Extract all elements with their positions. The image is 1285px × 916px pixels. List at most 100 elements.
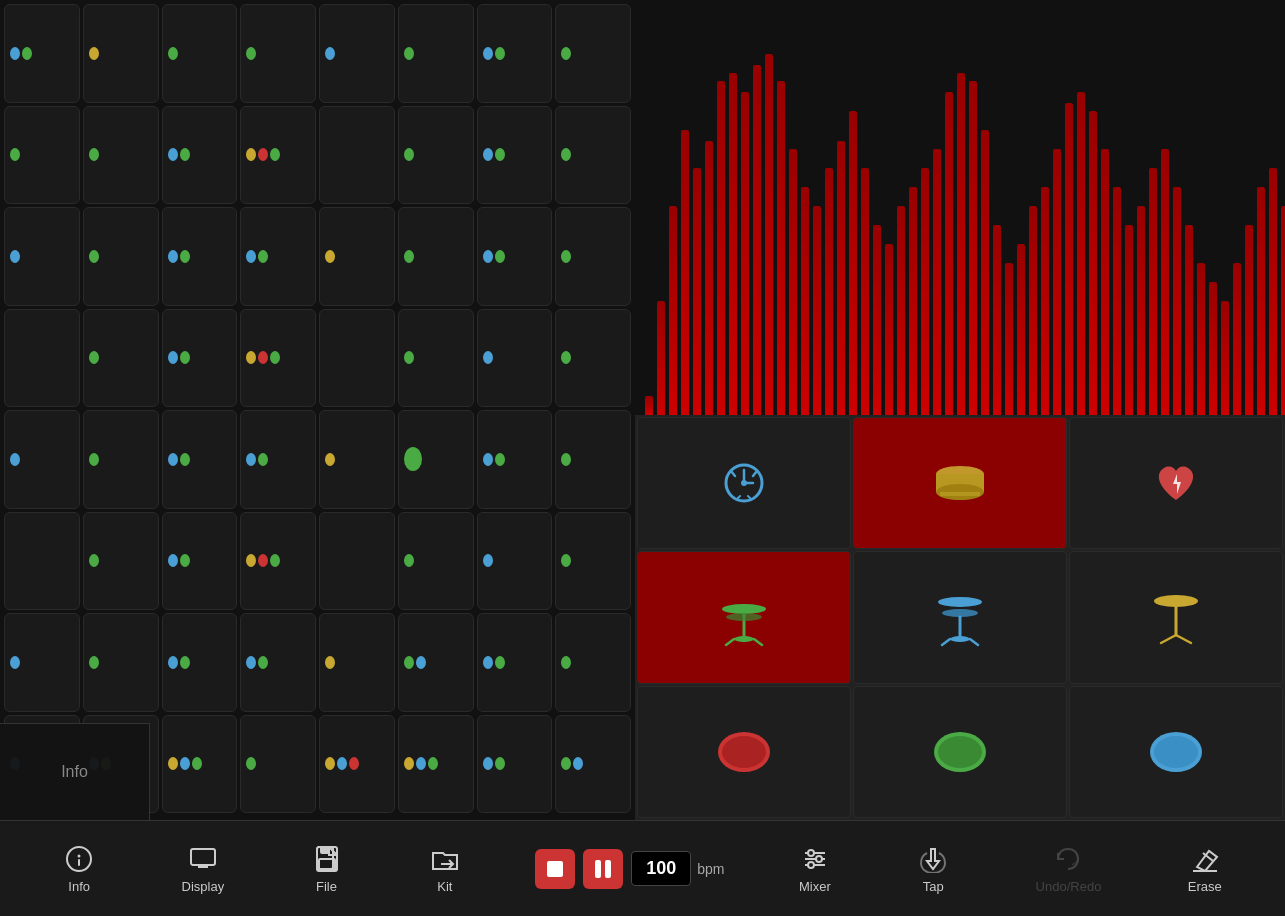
- grid-cell[interactable]: [240, 410, 316, 509]
- spectrum-bar: [1053, 149, 1061, 415]
- grid-cell[interactable]: [240, 613, 316, 712]
- grid-cell[interactable]: [398, 715, 474, 814]
- pad-kick-drum[interactable]: [637, 686, 851, 818]
- pause-button[interactable]: [583, 849, 623, 889]
- dot-blue: [483, 757, 493, 770]
- grid-cell[interactable]: [162, 207, 238, 306]
- grid-cell[interactable]: [555, 715, 631, 814]
- grid-cell[interactable]: [555, 410, 631, 509]
- pad-alarm-cymbal[interactable]: [637, 417, 851, 549]
- grid-cell[interactable]: [555, 207, 631, 306]
- pad-snare-drum[interactable]: [853, 417, 1067, 549]
- pad-ride-cymbal[interactable]: [1069, 551, 1283, 683]
- pad-grid: [635, 415, 1285, 820]
- grid-cell[interactable]: [477, 512, 553, 611]
- grid-cell[interactable]: [555, 512, 631, 611]
- spectrum-bar: [1005, 263, 1013, 415]
- grid-cell[interactable]: [477, 106, 553, 205]
- grid-cell[interactable]: [4, 309, 80, 408]
- grid-cell[interactable]: [83, 207, 159, 306]
- grid-cell[interactable]: [4, 4, 80, 103]
- grid-cell[interactable]: [83, 309, 159, 408]
- spectrum-bar: [777, 81, 785, 415]
- pad-crash-cymbal[interactable]: [1069, 686, 1283, 818]
- dot-blue: [168, 250, 178, 263]
- grid-cell[interactable]: [555, 613, 631, 712]
- grid-cell[interactable]: [162, 512, 238, 611]
- erase-button[interactable]: Erase: [1176, 835, 1234, 902]
- grid-cell[interactable]: [4, 410, 80, 509]
- dot-blue: [416, 656, 426, 669]
- grid-cell[interactable]: [4, 512, 80, 611]
- grid-cell[interactable]: [477, 410, 553, 509]
- grid-cell[interactable]: [83, 4, 159, 103]
- grid-cell[interactable]: [162, 613, 238, 712]
- grid-cell[interactable]: [398, 512, 474, 611]
- info-button[interactable]: Info: [51, 835, 107, 902]
- grid-cell[interactable]: [4, 106, 80, 205]
- grid-cell[interactable]: [477, 715, 553, 814]
- dot-blue: [10, 656, 20, 669]
- grid-cell[interactable]: [162, 410, 238, 509]
- svg-line-5: [753, 471, 757, 476]
- grid-cell[interactable]: [4, 207, 80, 306]
- pad-hihat-open[interactable]: [853, 551, 1067, 683]
- grid-cell[interactable]: [240, 207, 316, 306]
- grid-cell[interactable]: [162, 106, 238, 205]
- dot-green: [246, 47, 256, 60]
- undoredo-icon: [1052, 843, 1084, 875]
- grid-cell[interactable]: [83, 106, 159, 205]
- grid-cell[interactable]: [319, 512, 395, 611]
- info-icon: [63, 843, 95, 875]
- grid-cell[interactable]: [398, 613, 474, 712]
- grid-cell[interactable]: [555, 309, 631, 408]
- grid-cell[interactable]: [83, 512, 159, 611]
- grid-cell[interactable]: [319, 4, 395, 103]
- undoredo-button[interactable]: Undo/Redo: [1024, 835, 1114, 902]
- grid-cell[interactable]: [319, 715, 395, 814]
- spectrum-bar: [1209, 282, 1217, 415]
- kit-button[interactable]: Kit: [417, 835, 473, 902]
- grid-cell[interactable]: [398, 4, 474, 103]
- tap-button[interactable]: Tap: [905, 835, 961, 902]
- grid-cell[interactable]: [240, 106, 316, 205]
- grid-cell[interactable]: [4, 613, 80, 712]
- grid-cell[interactable]: [83, 613, 159, 712]
- undoredo-label: Undo/Redo: [1036, 879, 1102, 894]
- grid-cell[interactable]: [240, 512, 316, 611]
- grid-cell[interactable]: [319, 410, 395, 509]
- grid-cell[interactable]: [477, 4, 553, 103]
- pad-hihat-closed[interactable]: [637, 551, 851, 683]
- grid-cell[interactable]: [319, 309, 395, 408]
- stop-button[interactable]: [535, 849, 575, 889]
- grid-cell[interactable]: [162, 309, 238, 408]
- grid-cell[interactable]: [83, 410, 159, 509]
- bpm-value[interactable]: 100: [631, 851, 691, 886]
- grid-cell[interactable]: [477, 207, 553, 306]
- display-button[interactable]: Display: [170, 835, 237, 902]
- grid-cell[interactable]: [240, 715, 316, 814]
- grid-cell[interactable]: [319, 207, 395, 306]
- grid-row: [4, 4, 631, 103]
- grid-cell[interactable]: [162, 715, 238, 814]
- grid-cell[interactable]: [477, 613, 553, 712]
- grid-cell[interactable]: [398, 410, 474, 509]
- grid-cell[interactable]: [240, 4, 316, 103]
- mixer-button[interactable]: Mixer: [787, 835, 843, 902]
- pad-heart-beat[interactable]: [1069, 417, 1283, 549]
- dot-blue: [337, 757, 347, 770]
- grid-cell[interactable]: [162, 4, 238, 103]
- grid-cell[interactable]: [555, 106, 631, 205]
- grid-cell[interactable]: [398, 309, 474, 408]
- grid-cell[interactable]: [319, 613, 395, 712]
- dot-blue: [483, 351, 493, 364]
- pad-floor-tom[interactable]: [853, 686, 1067, 818]
- grid-cell[interactable]: [477, 309, 553, 408]
- grid-cell[interactable]: [319, 106, 395, 205]
- grid-cell[interactable]: [555, 4, 631, 103]
- file-button[interactable]: File: [299, 835, 355, 902]
- grid-cell[interactable]: [240, 309, 316, 408]
- spectrum-bar: [1245, 225, 1253, 415]
- grid-cell[interactable]: [398, 106, 474, 205]
- grid-cell[interactable]: [398, 207, 474, 306]
